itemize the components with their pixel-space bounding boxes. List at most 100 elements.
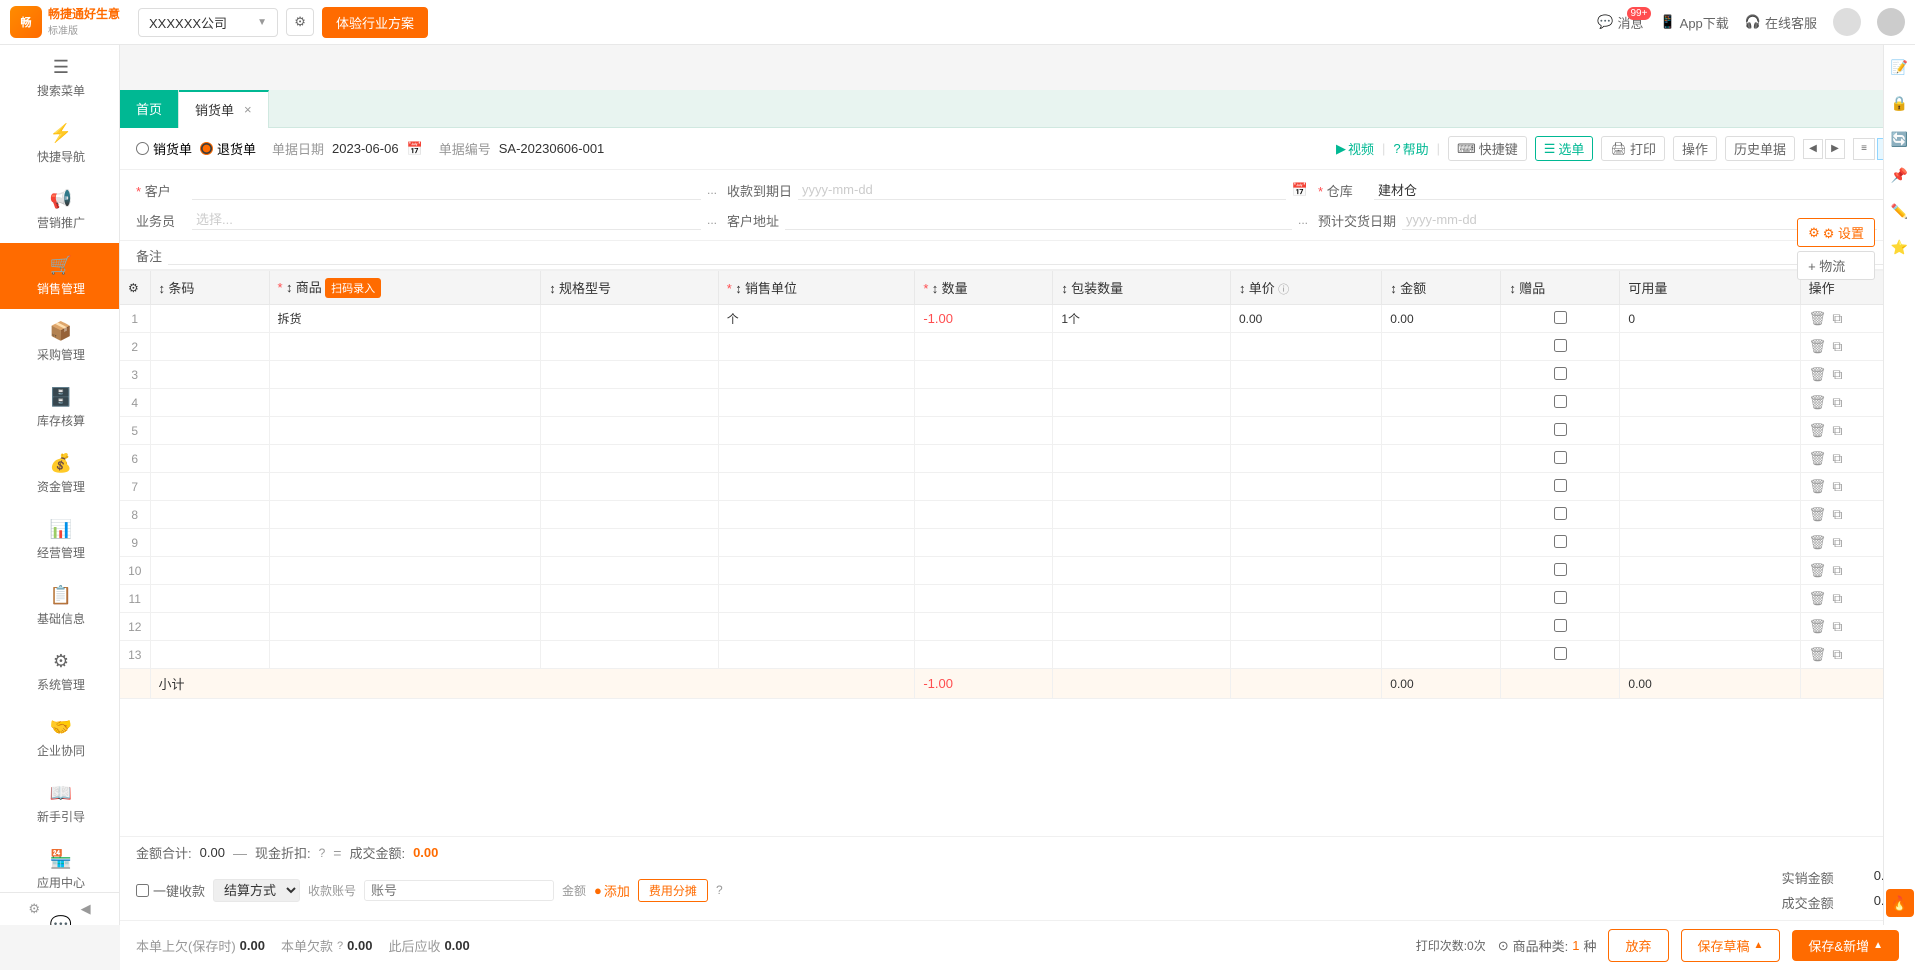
row-6-gift-checkbox[interactable] bbox=[1554, 451, 1567, 464]
sale-order-radio[interactable]: 销货单 bbox=[136, 139, 192, 158]
salesperson-more-btn[interactable]: ... bbox=[707, 213, 717, 227]
th-pkg-sort[interactable]: ↕ bbox=[1061, 281, 1068, 296]
th-amt-sort[interactable]: ↕ bbox=[1390, 281, 1397, 296]
price-info-icon[interactable]: ⓘ bbox=[1278, 284, 1289, 296]
row-12-gift-checkbox[interactable] bbox=[1554, 619, 1567, 632]
list-view-btn[interactable]: ≡ bbox=[1853, 138, 1875, 160]
total-owed-icon[interactable]: ? bbox=[337, 940, 343, 952]
sidebar-item-guide[interactable]: 📖 新手引导 bbox=[0, 771, 119, 837]
row-6-delete-icon[interactable]: 🗑 bbox=[1809, 450, 1827, 467]
row-1-product[interactable]: 拆货 bbox=[269, 305, 541, 333]
row-8-delete-icon[interactable]: 🗑 bbox=[1809, 506, 1827, 523]
cash-discount-question[interactable]: ? bbox=[319, 846, 326, 860]
row-13-delete-icon[interactable]: 🗑 bbox=[1809, 646, 1827, 663]
row-11-copy-icon[interactable]: ⧉ bbox=[1832, 590, 1842, 607]
form-logistics-btn[interactable]: + 物流 bbox=[1797, 251, 1875, 280]
row-2-delete-icon[interactable]: 🗑 bbox=[1809, 338, 1827, 355]
topbar-settings-btn[interactable]: ⚙ bbox=[286, 8, 314, 36]
th-gift-sort[interactable]: ↕ bbox=[1509, 281, 1516, 296]
row-12-delete-icon[interactable]: 🗑 bbox=[1809, 618, 1827, 635]
row-9-gift-checkbox[interactable] bbox=[1554, 535, 1567, 548]
right-tool-lock[interactable]: 🔒 bbox=[1886, 89, 1914, 117]
tab-sale-order[interactable]: 销货单 × bbox=[179, 90, 269, 128]
row-5-delete-icon[interactable]: 🗑 bbox=[1809, 422, 1827, 439]
row-9-copy-icon[interactable]: ⧉ bbox=[1832, 534, 1842, 551]
due-date-calendar-icon[interactable]: 📅 bbox=[1292, 182, 1308, 198]
sidebar-item-search[interactable]: ☰ 搜索菜单 bbox=[0, 45, 119, 111]
save-draft-btn[interactable]: 保存草稿 ▲ bbox=[1681, 929, 1781, 962]
user-avatar2[interactable] bbox=[1877, 8, 1905, 36]
th-product-sort[interactable]: ↕ bbox=[286, 280, 293, 295]
print-btn[interactable]: 🖨 打印 bbox=[1601, 136, 1665, 161]
sidebar-item-marketing[interactable]: 📢 营销推广 bbox=[0, 177, 119, 243]
sale-order-radio-input[interactable] bbox=[136, 142, 149, 155]
row-7-gift-checkbox[interactable] bbox=[1554, 479, 1567, 492]
help-link[interactable]: ? 帮助 bbox=[1393, 139, 1428, 158]
row-12-copy-icon[interactable]: ⧉ bbox=[1832, 618, 1842, 635]
sidebar-item-sales[interactable]: 🛒 销售管理 bbox=[0, 243, 119, 309]
row-3-gift-checkbox[interactable] bbox=[1554, 367, 1567, 380]
row-2-copy-icon[interactable]: ⧉ bbox=[1832, 338, 1842, 355]
row-2-gift-checkbox[interactable] bbox=[1554, 339, 1567, 352]
row-7-copy-icon[interactable]: ⧉ bbox=[1832, 478, 1842, 495]
th-spec-sort[interactable]: ↕ bbox=[549, 281, 556, 296]
shortcut-btn[interactable]: ⌨ 快捷键 bbox=[1448, 136, 1527, 161]
th-qty-sort[interactable]: ↕ bbox=[932, 281, 939, 296]
th-price-sort[interactable]: ↕ bbox=[1239, 281, 1246, 296]
one-click-payment-label[interactable]: 一键收款 bbox=[136, 881, 205, 900]
form-settings-btn[interactable]: ⚙ ⚙ 设置 bbox=[1797, 218, 1875, 247]
th-unit-sort[interactable]: ↕ bbox=[735, 281, 742, 296]
right-tool-star[interactable]: ⭐ bbox=[1886, 233, 1914, 261]
row-8-copy-icon[interactable]: ⧉ bbox=[1832, 506, 1842, 523]
row-5-copy-icon[interactable]: ⧉ bbox=[1832, 422, 1842, 439]
th-gear[interactable]: ⚙ bbox=[120, 271, 150, 305]
history-btn[interactable]: 历史单据 bbox=[1725, 136, 1795, 161]
account-input[interactable] bbox=[364, 880, 554, 901]
calendar-icon[interactable]: 📅 bbox=[407, 141, 423, 157]
row-11-delete-icon[interactable]: 🗑 bbox=[1809, 590, 1827, 607]
sidebar-item-finance[interactable]: 💰 资金管理 bbox=[0, 441, 119, 507]
row-1-unit[interactable]: 个 bbox=[718, 305, 915, 333]
row-1-barcode[interactable] bbox=[150, 305, 269, 333]
sidebar-item-operations[interactable]: 📊 经营管理 bbox=[0, 507, 119, 573]
row-10-gift-checkbox[interactable] bbox=[1554, 563, 1567, 576]
row-13-gift-checkbox[interactable] bbox=[1554, 647, 1567, 660]
customer-address-input[interactable] bbox=[785, 210, 1292, 230]
sidebar-item-purchase[interactable]: 📦 采购管理 bbox=[0, 309, 119, 375]
expense-split-btn[interactable]: 费用分摊 bbox=[638, 879, 708, 902]
row-6-copy-icon[interactable]: ⧉ bbox=[1832, 450, 1842, 467]
sidebar-collapse-btn[interactable]: ◀ bbox=[81, 901, 91, 917]
row-1-price[interactable]: 0.00 bbox=[1230, 305, 1381, 333]
row-4-gift-checkbox[interactable] bbox=[1554, 395, 1567, 408]
app-download-btn[interactable]: 📱 App下载 bbox=[1659, 13, 1728, 32]
right-tool-refresh[interactable]: 🔄 bbox=[1886, 125, 1914, 153]
row-10-delete-icon[interactable]: 🗑 bbox=[1809, 562, 1827, 579]
row-5-gift-checkbox[interactable] bbox=[1554, 423, 1567, 436]
row-1-gift[interactable] bbox=[1501, 305, 1620, 333]
scan-btn[interactable]: 扫码录入 bbox=[325, 278, 381, 298]
sidebar-settings-btn[interactable]: ⚙ bbox=[28, 901, 40, 917]
return-order-radio-input[interactable] bbox=[200, 142, 213, 155]
return-order-radio[interactable]: 退货单 bbox=[200, 139, 256, 158]
row-1-pkg-qty[interactable]: 1个 bbox=[1053, 305, 1231, 333]
customer-input[interactable] bbox=[192, 180, 701, 200]
company-selector[interactable]: XXXXXX公司 ▼ bbox=[138, 8, 278, 37]
customer-address-more-btn[interactable]: ... bbox=[1298, 213, 1308, 227]
close-tab-btn[interactable]: × bbox=[244, 102, 252, 117]
customer-more-btn[interactable]: ... bbox=[707, 183, 717, 197]
online-service-btn[interactable]: 🎧 在线客服 bbox=[1745, 13, 1817, 32]
row-10-copy-icon[interactable]: ⧉ bbox=[1832, 562, 1842, 579]
warehouse-input[interactable] bbox=[1374, 180, 1883, 200]
due-date-input[interactable] bbox=[798, 180, 1286, 200]
row-1-qty[interactable]: -1.00 bbox=[915, 305, 1053, 333]
nav-next-btn[interactable]: ▶ bbox=[1825, 139, 1845, 159]
nav-prev-btn[interactable]: ◀ bbox=[1803, 139, 1823, 159]
expense-question-icon[interactable]: ? bbox=[716, 883, 723, 897]
row-13-copy-icon[interactable]: ⧉ bbox=[1832, 646, 1842, 663]
right-tool-hot[interactable]: 🔥 bbox=[1886, 889, 1914, 917]
row-11-gift-checkbox[interactable] bbox=[1554, 591, 1567, 604]
sidebar-item-inventory[interactable]: 🗄️ 库存核算 bbox=[0, 375, 119, 441]
row-1-spec[interactable] bbox=[541, 305, 719, 333]
remarks-input[interactable] bbox=[168, 245, 1899, 265]
row-1-delete-icon[interactable]: 🗑 bbox=[1809, 310, 1827, 327]
